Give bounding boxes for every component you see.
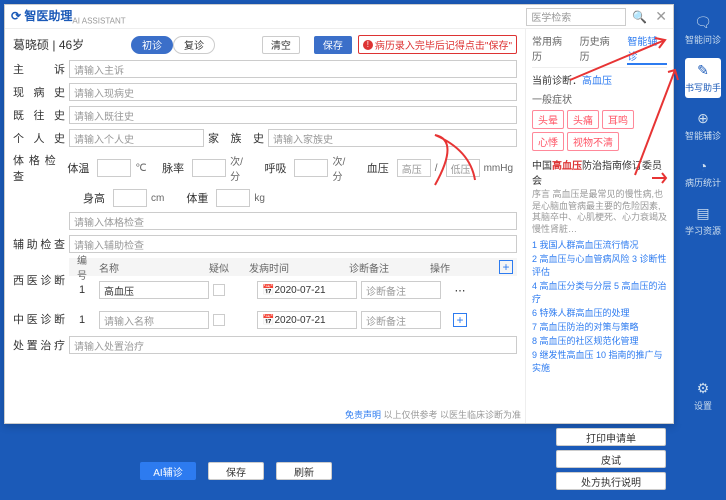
label-past: 既 往 史 (13, 107, 65, 123)
cdx-suspect-check[interactable] (213, 314, 225, 326)
guideline-link[interactable]: 8 高血压的社区规范化管理 (532, 334, 667, 347)
pulse-input[interactable] (192, 159, 226, 177)
personal-input[interactable]: 请输入个人史 (69, 129, 204, 147)
disclaimer-link[interactable]: 免责声明 (345, 410, 381, 420)
guideline-link[interactable]: 6 特殊人群高血压的处理 (532, 306, 667, 319)
weight-input[interactable] (216, 189, 250, 207)
guideline-link[interactable]: 1 我国人群高血压流行情况 (532, 238, 667, 251)
symptom-title: 一般症状 (532, 91, 667, 106)
rtab-history[interactable]: 历史病历 (580, 33, 620, 65)
search-icon[interactable]: 🔍 (632, 10, 647, 24)
patient-name: 葛晓硕 | 46岁 (13, 36, 84, 53)
disclaimer: 免责声明 以上仅供参考 以医生临床诊断为准 (345, 408, 521, 421)
bp-high-input[interactable]: 高压 (397, 159, 431, 177)
wdx-name-input[interactable]: 高血压 (99, 281, 209, 299)
sb-stats[interactable]: ◔病历统计 (685, 154, 721, 193)
wdx-suspect-check[interactable] (213, 284, 225, 296)
wdx-table-head: 编号名称疑似发病时间诊断备注操作 + (69, 258, 517, 276)
print-button[interactable]: 打印申请单 (556, 428, 666, 446)
cdx-name-input[interactable]: 请输入名称 (99, 311, 209, 329)
symptom-chip[interactable]: 视物不清 (567, 132, 619, 151)
hpi-input[interactable]: 请输入现病史 (69, 83, 517, 101)
guideline-link[interactable]: 2 高血压与心血管病风险 3 诊断性评估 (532, 252, 667, 278)
close-icon[interactable]: ✕ (655, 8, 667, 25)
tx-input[interactable]: 请输入处置治疗 (69, 336, 517, 354)
save-reminder: !病历录入完毕后记得点击"保存" (358, 35, 517, 54)
past-input[interactable]: 请输入既往史 (69, 106, 517, 124)
cdx-row: 1 请输入名称 📅 2020-07-21 诊断备注 + (69, 309, 517, 331)
app-logo: ⟳ 智医助理AI ASSISTANT (11, 7, 126, 25)
search-input[interactable]: 医学检索 (526, 8, 626, 26)
symptom-chip[interactable]: 耳鸣 (602, 110, 634, 129)
aux-input[interactable]: 请输入辅助检查 (69, 235, 517, 253)
exam-input[interactable]: 请输入体格检查 (69, 212, 517, 230)
resp-input[interactable] (294, 159, 328, 177)
tab-first-visit[interactable]: 初诊 (131, 36, 173, 54)
current-dx: 当前诊断：高血压 (532, 72, 667, 87)
sb-ai-assist[interactable]: ⊕智能辅诊 (685, 106, 721, 146)
symptom-chip[interactable]: 头痛 (567, 110, 599, 129)
symptom-chip[interactable]: 头晕 (532, 110, 564, 129)
wdx-date-input[interactable]: 📅 2020-07-21 (257, 281, 357, 299)
save-button-2[interactable]: 保存 (208, 462, 264, 480)
label-hpi: 现 病 史 (13, 84, 65, 100)
family-input[interactable]: 请输入家族史 (268, 129, 517, 147)
tab-revisit[interactable]: 复诊 (173, 36, 215, 54)
label-personal: 个 人 史 (13, 130, 65, 146)
rtab-common[interactable]: 常用病历 (532, 33, 572, 65)
sb-smart-consult[interactable]: 🗨智能问诊 (685, 10, 721, 50)
clear-button[interactable]: 清空 (262, 36, 300, 54)
sb-learning[interactable]: ▤学习资源 (685, 201, 721, 241)
sb-writing-assist[interactable]: ✎书写助手 (685, 58, 721, 98)
exec-button[interactable]: 处方执行说明 (556, 472, 666, 490)
symptom-chip[interactable]: 心悸 (532, 132, 564, 151)
label-tx: 处置治疗 (13, 337, 65, 353)
label-cdx: 中医诊断 (13, 311, 65, 327)
cdx-date-input[interactable]: 📅 2020-07-21 (257, 311, 357, 329)
guideline-link[interactable]: 7 高血压防治的对策与策略 (532, 320, 667, 333)
guideline-desc: 序言 高血压是最常见的慢性病,也是心脑血管病最主要的危险因素,其脑卒中、心肌梗死… (532, 189, 667, 236)
wdx-row: 1 高血压 📅 2020-07-21 诊断备注 ⋯ (69, 279, 517, 301)
sb-settings[interactable]: ⚙设置 (685, 376, 721, 416)
label-exam: 体格检查 (13, 152, 56, 184)
ai-assist-button[interactable]: AI辅诊 (140, 462, 196, 480)
add-wdx-button[interactable]: + (499, 260, 513, 274)
add-cdx-button[interactable]: + (453, 313, 467, 327)
bp-low-input[interactable]: 低压 (446, 159, 480, 177)
guideline-link[interactable]: 4 高血压分类与分层 5 高血压的治疗 (532, 279, 667, 305)
label-wdx: 西医诊断 (13, 272, 65, 288)
label-chief: 主 诉 (13, 61, 65, 77)
guideline-title: 中国高血压防治指南修订委员会 (532, 157, 667, 187)
wdx-note-input[interactable]: 诊断备注 (361, 281, 441, 299)
rtab-ai[interactable]: 智能辅诊 (627, 33, 667, 65)
label-aux: 辅助检查 (13, 236, 65, 252)
save-button[interactable]: 保存 (314, 36, 352, 54)
chief-input[interactable]: 请输入主诉 (69, 60, 517, 78)
temp-input[interactable] (97, 159, 131, 177)
cdx-note-input[interactable]: 诊断备注 (361, 311, 441, 329)
guideline-link[interactable]: 9 继发性高血压 10 指南的推广与实施 (532, 348, 667, 374)
label-family: 家 族 史 (208, 130, 264, 146)
refresh-button[interactable]: 刷新 (276, 462, 332, 480)
height-input[interactable] (113, 189, 147, 207)
skintest-button[interactable]: 皮试 (556, 450, 666, 468)
